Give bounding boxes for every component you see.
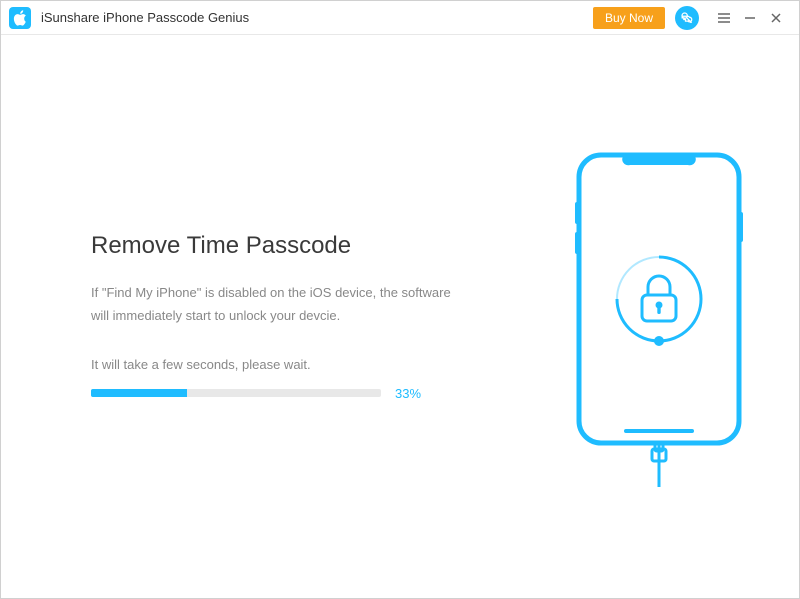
menu-button[interactable] — [711, 5, 737, 31]
page-title: Remove Time Passcode — [91, 232, 519, 260]
minimize-icon — [743, 11, 757, 25]
progress-percent: 33% — [395, 386, 421, 401]
progress-fill — [91, 389, 187, 397]
minimize-button[interactable] — [737, 5, 763, 31]
wait-text: It will take a few seconds, please wait. — [91, 357, 519, 372]
register-key-button[interactable] — [675, 6, 699, 30]
app-logo-icon — [9, 7, 31, 29]
illustration-pane — [559, 147, 759, 487]
close-icon — [770, 12, 782, 24]
progress-bar — [91, 389, 381, 397]
progress-row: 33% — [91, 386, 519, 401]
titlebar: iSunshare iPhone Passcode Genius Buy Now — [1, 1, 799, 35]
description-text: If "Find My iPhone" is disabled on the i… — [91, 282, 471, 326]
info-pane: Remove Time Passcode If "Find My iPhone"… — [91, 232, 559, 400]
phone-lock-icon — [569, 147, 749, 487]
buy-now-button[interactable]: Buy Now — [593, 7, 665, 29]
close-button[interactable] — [763, 5, 789, 31]
app-title: iSunshare iPhone Passcode Genius — [41, 10, 249, 25]
menu-icon — [717, 11, 731, 25]
key-icon — [680, 11, 694, 25]
main-content: Remove Time Passcode If "Find My iPhone"… — [1, 35, 799, 598]
